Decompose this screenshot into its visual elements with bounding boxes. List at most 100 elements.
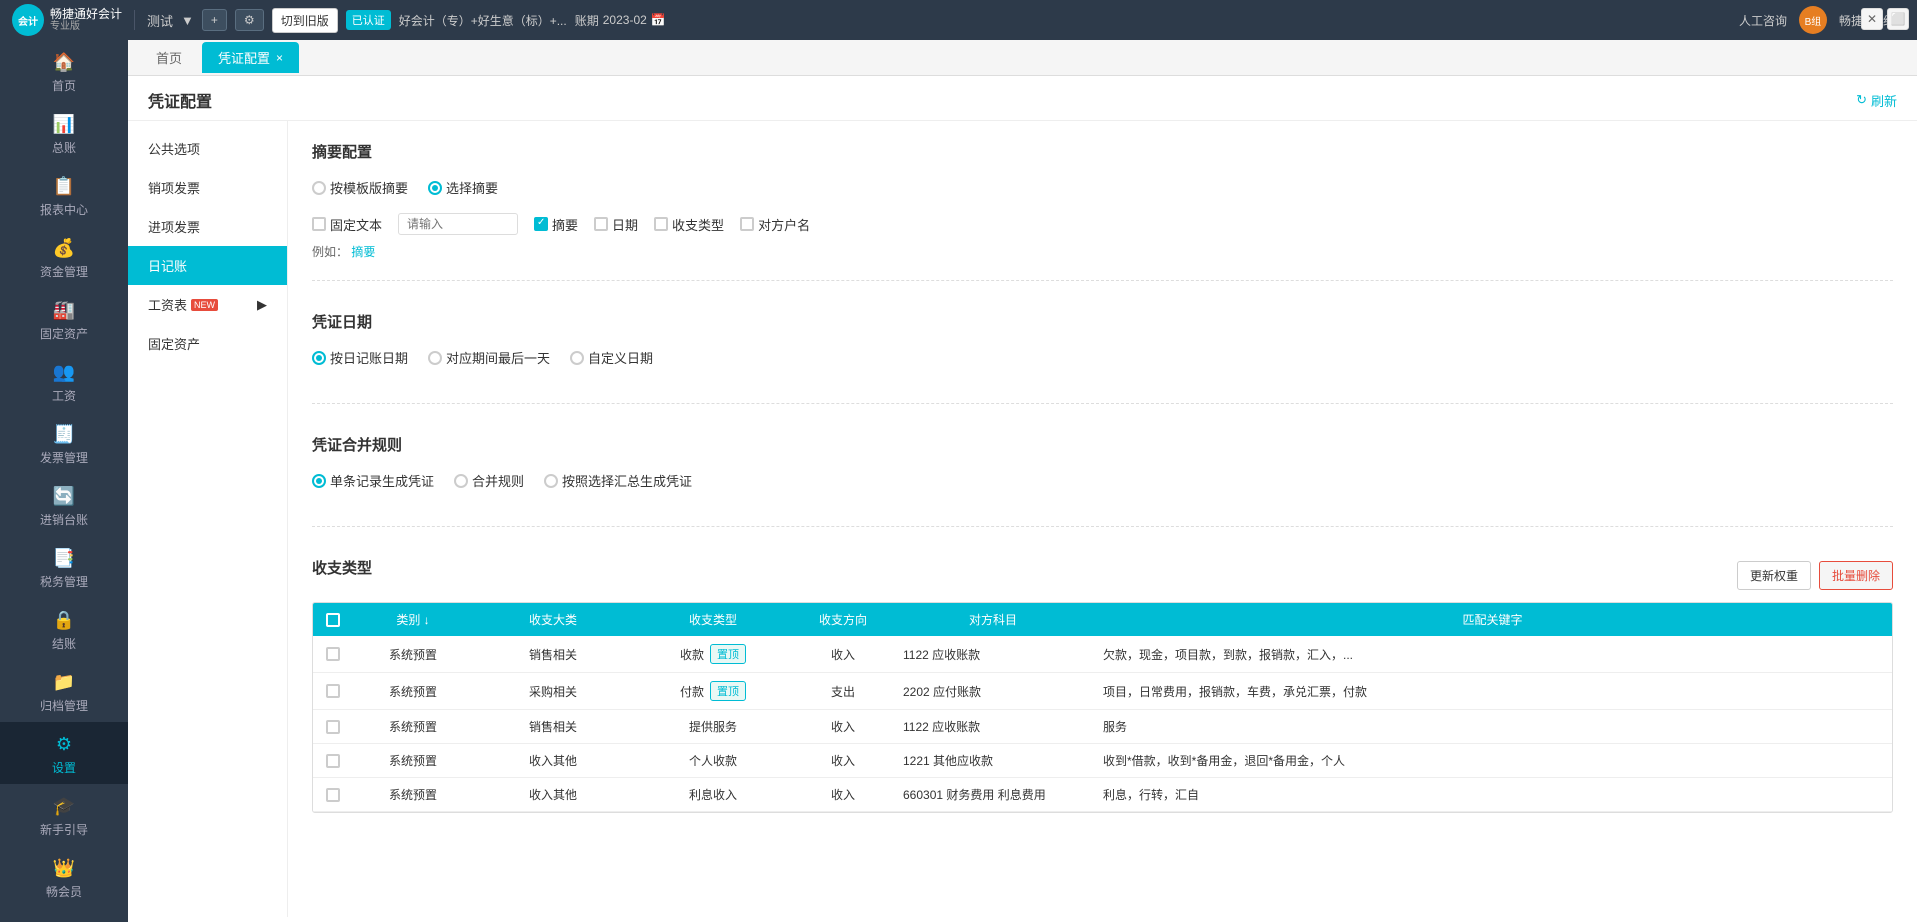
member-icon: 👑 (53, 858, 75, 879)
page-title: 凭证配置 (148, 88, 212, 112)
row5-check[interactable] (313, 778, 353, 811)
header-category[interactable]: 类别 ↓ (353, 603, 473, 636)
counterpart-name-checkbox[interactable]: 对方户名 (740, 215, 810, 234)
refresh-icon: ↻ (1856, 92, 1867, 108)
radio-period-last-day[interactable]: 对应期间最后一天 (428, 348, 550, 367)
row3-checkbox[interactable] (326, 720, 340, 734)
settings-icon: ⚙ (56, 734, 72, 755)
page-content: 凭证配置 ↻ 刷新 公共选项 销项发票 进项发票 (128, 76, 1917, 922)
row3-account: 1122 应收账款 (893, 710, 1093, 743)
update-weight-button[interactable]: 更新权重 (1737, 561, 1811, 590)
row1-check[interactable] (313, 636, 353, 672)
logo-icon: 会计 (12, 4, 44, 36)
row2-category: 系统预置 (353, 673, 473, 709)
nav-item-journal[interactable]: 日记账 (128, 246, 287, 285)
sidebar-item-funds[interactable]: 💰 资金管理 (0, 226, 128, 288)
add-button[interactable]: + (202, 9, 227, 31)
income-expense-table: 类别 ↓ 收支大类 收支类型 收支方向 对方科目 匹配关键字 (312, 602, 1893, 813)
row4-major: 收入其他 (473, 744, 633, 777)
row3-check[interactable] (313, 710, 353, 743)
nav-item-sales-invoice[interactable]: 销项发票 (128, 168, 287, 207)
row1-tag[interactable]: 置顶 (710, 644, 746, 664)
header-check[interactable] (313, 603, 353, 636)
row2-check[interactable] (313, 673, 353, 709)
user-avatar[interactable]: B组 (1799, 6, 1827, 34)
sidebar-item-archive[interactable]: 📁 归档管理 (0, 660, 128, 722)
nav-item-public[interactable]: 公共选项 (128, 129, 287, 168)
row1-checkbox[interactable] (326, 647, 340, 661)
sidebar-item-fixed-assets[interactable]: 🏭 固定资产 (0, 288, 128, 350)
nav-item-payroll-table[interactable]: 工资表 NEW ▶ (128, 285, 287, 324)
left-nav: 公共选项 销项发票 进项发票 日记账 工资表 NEW ▶ (128, 121, 288, 917)
row5-major: 收入其他 (473, 778, 633, 811)
sidebar-item-tax[interactable]: 📑 税务管理 (0, 536, 128, 598)
payroll-icon: 👥 (53, 362, 75, 383)
row2-checkbox[interactable] (326, 684, 340, 698)
header-checkbox[interactable] (326, 613, 340, 627)
nav-item-fixed-assets-config[interactable]: 固定资产 (128, 324, 287, 363)
checkbox-fixed-text (312, 217, 326, 231)
batch-delete-button[interactable]: 批量删除 (1819, 561, 1893, 590)
row1-category: 系统预置 (353, 636, 473, 672)
sidebar-label-funds: 资金管理 (40, 263, 88, 280)
sidebar-item-invoice[interactable]: 🧾 发票管理 (0, 412, 128, 474)
radio-single-record[interactable]: 单条记录生成凭证 (312, 471, 434, 490)
row5-checkbox[interactable] (326, 788, 340, 802)
expand-icon[interactable]: ▶ (257, 297, 267, 313)
main-layout: 🏠 首页 📊 总账 📋 报表中心 💰 资金管理 🏭 固定资产 👥 工资 🧾 发票… (0, 40, 1917, 922)
sidebar-item-settings[interactable]: ⚙ 设置 (0, 722, 128, 784)
settings-button[interactable]: ⚙ (235, 9, 264, 31)
row4-check[interactable] (313, 744, 353, 777)
company-dropdown[interactable]: ▼ (181, 13, 194, 28)
config-area: 摘要配置 按模板版摘要 选择摘要 (288, 121, 1917, 917)
sidebar-item-guide[interactable]: 🎓 新手引导 (0, 784, 128, 846)
radio-aggregate[interactable]: 按照选择汇总生成凭证 (544, 471, 692, 490)
radio-journal-date[interactable]: 按日记账日期 (312, 348, 408, 367)
radio-merge-rules[interactable]: 合并规则 (454, 471, 524, 490)
status-text: 好会计（专）+好生意（标）+... (399, 12, 567, 29)
row5-keyword: 利息，行转，汇自 (1093, 778, 1892, 811)
sidebar-label-member: 畅会员 (46, 883, 82, 900)
income-expense-title: 收支类型 (312, 557, 372, 578)
fixed-text-input[interactable] (398, 213, 518, 235)
fixed-text-checkbox[interactable]: 固定文本 (312, 215, 382, 234)
row4-checkbox[interactable] (326, 754, 340, 768)
radio-template-summary[interactable]: 按模板版摘要 (312, 178, 408, 197)
row2-type: 付款 置顶 (633, 673, 793, 709)
row5-type: 利息收入 (633, 778, 793, 811)
radio-select-summary[interactable]: 选择摘要 (428, 178, 498, 197)
refresh-button[interactable]: ↻ 刷新 (1856, 91, 1897, 110)
sidebar-item-close[interactable]: 🔒 结账 (0, 598, 128, 660)
row2-major: 采购相关 (473, 673, 633, 709)
calendar-icon[interactable]: 📅 (651, 13, 666, 27)
row2-tag[interactable]: 置顶 (710, 681, 746, 701)
sidebar-label-archive: 归档管理 (40, 697, 88, 714)
tab-home[interactable]: 首页 (140, 42, 198, 73)
sidebar-item-reports[interactable]: 📋 报表中心 (0, 164, 128, 226)
top-bar: 会计 畅捷通好会计 专业版 测试 ▼ + ⚙ 切到旧版 已认证 好会计（专）+好… (0, 0, 1917, 40)
summary-config-title: 摘要配置 (312, 141, 1893, 162)
sidebar-item-home[interactable]: 🏠 首页 (0, 40, 128, 102)
invoice-icon: 🧾 (53, 424, 75, 445)
summary-checkbox[interactable]: 摘要 (534, 215, 578, 234)
merge-rules-section: 凭证合并规则 单条记录生成凭证 合并规则 (312, 434, 1893, 527)
tab-voucher-config[interactable]: 凭证配置 × (202, 42, 299, 73)
radio-circle-single (312, 474, 326, 488)
nav-item-purchase-invoice[interactable]: 进项发票 (128, 207, 287, 246)
radio-custom-date[interactable]: 自定义日期 (570, 348, 653, 367)
switch-version-button[interactable]: 切到旧版 (272, 8, 338, 33)
sidebar-label-payroll: 工资 (52, 387, 76, 404)
expense-type-checkbox[interactable]: 收支类型 (654, 215, 724, 234)
sidebar-label-tax: 税务管理 (40, 573, 88, 590)
tab-close-button[interactable]: × (276, 51, 283, 65)
sidebar-label-guide: 新手引导 (40, 821, 88, 838)
summary-checkbox-row: 固定文本 摘要 日期 (312, 213, 1893, 235)
row4-direction: 收入 (793, 744, 893, 777)
sidebar-item-ledger[interactable]: 📊 总账 (0, 102, 128, 164)
help-button[interactable]: 人工咨询 (1739, 12, 1787, 29)
date-checkbox[interactable]: 日期 (594, 215, 638, 234)
page-header: 凭证配置 ↻ 刷新 (128, 76, 1917, 121)
sidebar-item-payroll[interactable]: 👥 工资 (0, 350, 128, 412)
sidebar-item-purchase-sales[interactable]: 🔄 进销台账 (0, 474, 128, 536)
sidebar-item-member[interactable]: 👑 畅会员 (0, 846, 128, 908)
